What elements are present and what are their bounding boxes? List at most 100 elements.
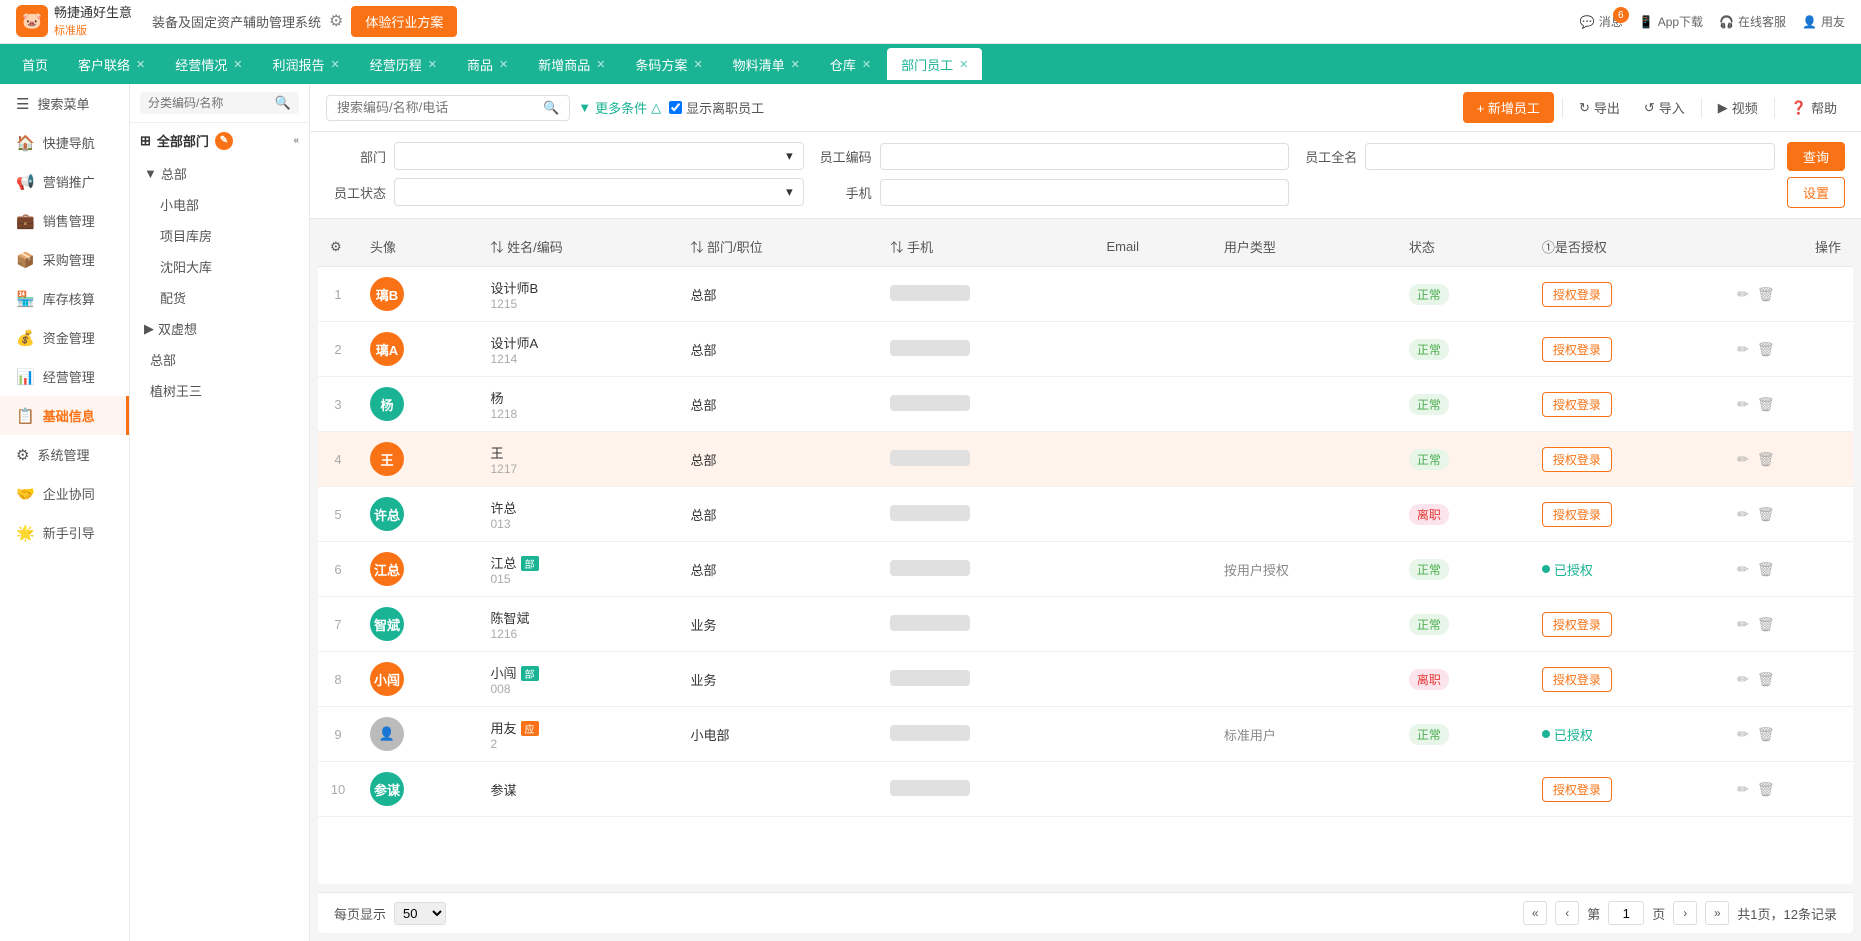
collapse-icon[interactable]: «: [293, 135, 299, 146]
next-last-btn[interactable]: »: [1705, 901, 1729, 925]
close-icon[interactable]: ✕: [693, 58, 702, 71]
auth-button[interactable]: 授权登录: [1542, 502, 1612, 527]
sidebar-item-system[interactable]: ⚙ 系统管理: [0, 435, 129, 474]
th-dept[interactable]: ⇅ 部门/职位: [678, 227, 878, 267]
export-btn[interactable]: ↻ 导出: [1571, 94, 1628, 121]
delete-icon[interactable]: 🗑: [1757, 671, 1775, 688]
close-icon[interactable]: ✕: [862, 58, 871, 71]
close-icon[interactable]: ✕: [331, 58, 340, 71]
sidebar-item-capital[interactable]: 💰 资金管理: [0, 318, 129, 357]
edit-icon[interactable]: ✏: [1737, 451, 1749, 468]
code-input[interactable]: [880, 143, 1290, 170]
auth-button[interactable]: 授权登录: [1542, 337, 1612, 362]
close-icon[interactable]: ✕: [428, 58, 437, 71]
more-filter-btn[interactable]: ▼ 更多条件 △: [578, 98, 661, 117]
next-btn[interactable]: ›: [1673, 901, 1697, 925]
tab-history[interactable]: 经营历程✕: [356, 48, 451, 80]
delete-icon[interactable]: 🗑: [1757, 781, 1775, 798]
status-select[interactable]: ▾: [394, 178, 804, 206]
tree-node-distribution[interactable]: 配货: [130, 282, 309, 313]
delete-icon[interactable]: 🗑: [1757, 561, 1775, 578]
close-icon[interactable]: ✕: [791, 58, 800, 71]
page-input[interactable]: [1608, 901, 1644, 925]
edit-icon[interactable]: ✏: [1737, 286, 1749, 303]
edit-icon[interactable]: ✏: [1737, 781, 1749, 798]
th-settings[interactable]: ⚙: [318, 227, 358, 267]
close-icon[interactable]: ✕: [959, 58, 968, 71]
auth-button[interactable]: 授权登录: [1542, 612, 1612, 637]
sidebar-item-operation[interactable]: 📊 经营管理: [0, 357, 129, 396]
edit-icon[interactable]: ✏: [1737, 671, 1749, 688]
edit-icon[interactable]: ✏: [1737, 506, 1749, 523]
sidebar-item-purchase[interactable]: 📦 采购管理: [0, 240, 129, 279]
close-icon[interactable]: ✕: [136, 58, 145, 71]
app-download-btn[interactable]: 📱 App下载: [1639, 13, 1703, 30]
sidebar-item-shortcut[interactable]: 🏠 快捷导航: [0, 123, 129, 162]
auth-button[interactable]: 授权登录: [1542, 667, 1612, 692]
auth-button[interactable]: 授权登录: [1542, 777, 1612, 802]
auth-button[interactable]: 授权登录: [1542, 282, 1612, 307]
message-btn[interactable]: 💬 消息 6: [1580, 13, 1623, 30]
phone-input[interactable]: [880, 179, 1290, 206]
tab-goods[interactable]: 商品✕: [453, 48, 522, 80]
delete-icon[interactable]: 🗑: [1757, 396, 1775, 413]
settings-icon[interactable]: ⚙: [329, 11, 343, 31]
show-resigned-checkbox[interactable]: 显示离职员工: [669, 98, 764, 117]
tab-operation[interactable]: 经营情况✕: [161, 48, 256, 80]
tree-node-small-elec[interactable]: 小电部: [130, 189, 309, 220]
tree-node-planting[interactable]: 植树王三: [130, 375, 309, 406]
delete-icon[interactable]: 🗑: [1757, 286, 1775, 303]
delete-icon[interactable]: 🗑: [1757, 506, 1775, 523]
tree-all-dept[interactable]: ⊞ 全部部门 ✎ «: [130, 123, 309, 158]
add-employee-button[interactable]: + 新增员工: [1463, 92, 1554, 123]
import-btn[interactable]: ↺ 导入: [1636, 94, 1693, 121]
search-input[interactable]: [337, 100, 537, 115]
tree-node-shenyang[interactable]: 沈阳大库: [130, 251, 309, 282]
sidebar-item-corp[interactable]: 🤝 企业协同: [0, 474, 129, 513]
delete-icon[interactable]: 🗑: [1757, 451, 1775, 468]
auth-button[interactable]: 授权登录: [1542, 447, 1612, 472]
online-service-btn[interactable]: 🎧 在线客服: [1719, 13, 1786, 30]
dept-edit-btn[interactable]: ✎: [215, 132, 233, 150]
trial-button[interactable]: 体验行业方案: [351, 6, 457, 37]
dept-select[interactable]: ▾: [394, 142, 804, 170]
close-icon[interactable]: ✕: [233, 58, 242, 71]
tree-group-headquarters[interactable]: ▼ 总部: [130, 158, 309, 189]
sidebar-item-basic[interactable]: 📋 基础信息: [0, 396, 129, 435]
help-btn[interactable]: ❓ 帮助: [1783, 94, 1845, 121]
edit-icon[interactable]: ✏: [1737, 616, 1749, 633]
tab-bom[interactable]: 物料清单✕: [719, 48, 814, 80]
tree-search[interactable]: 🔍: [140, 92, 299, 114]
edit-icon[interactable]: ✏: [1737, 341, 1749, 358]
close-icon[interactable]: ✕: [499, 58, 508, 71]
sidebar-item-guide[interactable]: 🌟 新手引导: [0, 513, 129, 552]
resigned-check[interactable]: [669, 101, 682, 114]
delete-icon[interactable]: 🗑: [1757, 341, 1775, 358]
sidebar-item-marketing[interactable]: 📢 营销推广: [0, 162, 129, 201]
sidebar-item-sales[interactable]: 💼 销售管理: [0, 201, 129, 240]
close-icon[interactable]: ✕: [596, 58, 605, 71]
tab-new-goods[interactable]: 新增商品✕: [524, 48, 619, 80]
delete-icon[interactable]: 🗑: [1757, 616, 1775, 633]
tab-profit[interactable]: 利润报告✕: [258, 48, 353, 80]
sidebar-item-inventory[interactable]: 🏪 库存核算: [0, 279, 129, 318]
tab-customer[interactable]: 客户联络✕: [64, 48, 159, 80]
tab-warehouse[interactable]: 仓库✕: [816, 48, 885, 80]
edit-icon[interactable]: ✏: [1737, 726, 1749, 743]
video-btn[interactable]: ▶ 视频: [1710, 94, 1766, 121]
tree-node-project[interactable]: 项目库房: [130, 220, 309, 251]
auth-button[interactable]: 授权登录: [1542, 392, 1612, 417]
user-btn[interactable]: 👤 用友: [1802, 13, 1845, 30]
reset-button[interactable]: 设置: [1787, 177, 1845, 208]
prev-first-btn[interactable]: «: [1523, 901, 1547, 925]
tab-home[interactable]: 首页: [8, 48, 62, 80]
tab-dept-staff[interactable]: 部门员工✕: [887, 48, 982, 80]
name-input[interactable]: [1365, 143, 1775, 170]
tree-search-input[interactable]: [148, 96, 271, 110]
th-name[interactable]: ⇅ 姓名/编码: [479, 227, 679, 267]
edit-icon[interactable]: ✏: [1737, 396, 1749, 413]
sidebar-item-search[interactable]: ☰ 搜索菜单: [0, 84, 129, 123]
tree-node-hq[interactable]: 总部: [130, 344, 309, 375]
edit-icon[interactable]: ✏: [1737, 561, 1749, 578]
tab-barcode[interactable]: 条码方案✕: [621, 48, 716, 80]
